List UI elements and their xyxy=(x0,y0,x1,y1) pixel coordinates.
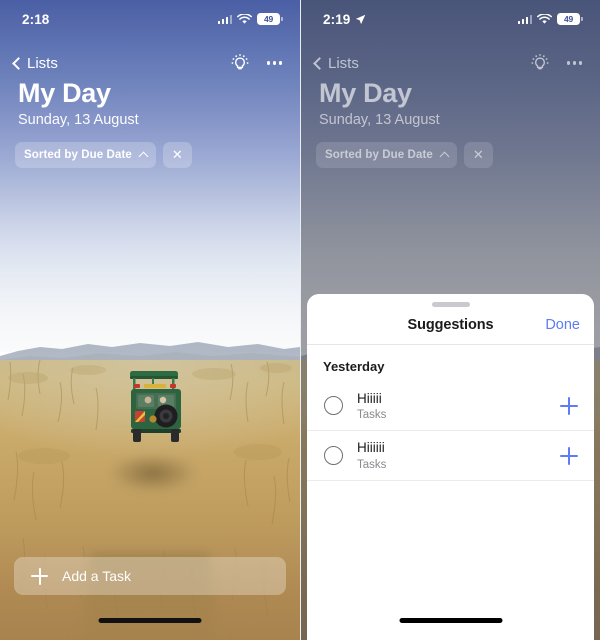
nav-bar: Lists xyxy=(0,48,300,78)
nav-bar: Lists xyxy=(301,48,600,78)
page-title: My Day xyxy=(18,78,111,108)
sort-chip-row: Sorted by Due Date ✕ xyxy=(15,142,192,168)
right-phone-screen: 2:19 49 Lists My Day Sunday, 13 August S… xyxy=(300,0,600,640)
battery-icon: 49 xyxy=(557,13,583,25)
more-options-icon[interactable] xyxy=(266,61,282,65)
list-item[interactable]: Hiiiiii Tasks xyxy=(307,431,594,482)
sort-chip[interactable]: Sorted by Due Date xyxy=(15,142,156,168)
clear-sort-button[interactable]: ✕ xyxy=(162,142,192,168)
page-subtitle: Sunday, 13 August xyxy=(319,112,440,129)
status-time-group: 2:18 xyxy=(22,12,49,27)
add-task-label: Add a Task xyxy=(62,568,132,584)
plus-icon xyxy=(31,567,48,585)
nav-actions xyxy=(229,52,282,74)
suggestion-text: Hiiiiii Tasks xyxy=(357,440,546,471)
chevron-up-icon xyxy=(439,151,450,161)
status-time-group: 2:19 xyxy=(323,12,366,27)
add-a-task-button[interactable]: Add a Task xyxy=(14,557,286,595)
cellular-bars-icon xyxy=(517,14,532,24)
sort-chip-label: Sorted by Due Date xyxy=(325,149,433,161)
more-options-icon[interactable] xyxy=(566,61,582,65)
close-icon: ✕ xyxy=(171,147,183,162)
battery-icon: 49 xyxy=(257,13,283,25)
done-button[interactable]: Done xyxy=(545,317,580,333)
screenshot-stage: 2:18 49 Lists My Day Sunday, 13 August S… xyxy=(0,0,600,640)
status-time: 2:18 xyxy=(22,11,50,27)
suggestion-title: Hiiiii xyxy=(357,390,382,406)
status-bar: 2:19 49 xyxy=(301,0,600,38)
suggestions-sheet: Suggestions Done Yesterday Hiiiii Tasks xyxy=(307,294,594,640)
page-title-block: My Day Sunday, 13 August xyxy=(319,78,440,128)
suggestion-subtitle: Tasks xyxy=(357,409,387,422)
cellular-bars-icon xyxy=(217,14,232,24)
status-time: 2:19 xyxy=(323,11,351,27)
close-icon: ✕ xyxy=(472,147,484,162)
back-label: Lists xyxy=(27,54,58,72)
group-heading: Yesterday xyxy=(323,358,385,374)
suggestions-group: Yesterday Hiiiii Tasks Hiiiiii Tasks xyxy=(307,345,594,482)
nav-actions xyxy=(529,52,582,74)
home-indicator[interactable] xyxy=(399,618,502,623)
page-subtitle: Sunday, 13 August xyxy=(18,112,139,129)
suggestion-title: Hiiiiii xyxy=(357,440,385,456)
back-to-lists-button[interactable]: Lists xyxy=(12,54,58,72)
suggestion-subtitle: Tasks xyxy=(357,459,387,472)
location-arrow-icon xyxy=(356,14,366,24)
status-bar: 2:18 49 xyxy=(0,0,300,38)
sort-chip[interactable]: Sorted by Due Date xyxy=(316,142,457,168)
back-label: Lists xyxy=(328,54,359,72)
plus-icon[interactable] xyxy=(560,396,578,415)
lightbulb-icon[interactable] xyxy=(529,52,551,74)
chevron-left-icon xyxy=(313,56,326,70)
home-indicator[interactable] xyxy=(98,618,202,623)
status-indicators: 49 xyxy=(217,13,283,25)
battery-level: 49 xyxy=(263,14,274,24)
lightbulb-icon[interactable] xyxy=(229,52,251,74)
unchecked-circle-icon[interactable] xyxy=(324,396,343,416)
battery-level: 49 xyxy=(563,14,574,24)
clear-sort-button[interactable]: ✕ xyxy=(463,142,493,168)
unchecked-circle-icon[interactable] xyxy=(324,446,343,466)
vehicle-shadow xyxy=(108,453,198,493)
page-title: My Day xyxy=(319,78,412,108)
sort-chip-label: Sorted by Due Date xyxy=(24,149,132,161)
status-indicators: 49 xyxy=(517,13,583,25)
sheet-title: Suggestions xyxy=(407,317,494,333)
page-title-block: My Day Sunday, 13 August xyxy=(18,78,139,128)
wifi-icon xyxy=(537,13,552,24)
suggestion-text: Hiiiii Tasks xyxy=(357,391,546,422)
chevron-left-icon xyxy=(12,56,25,70)
sheet-header: Suggestions Done xyxy=(307,307,594,345)
left-phone-screen: 2:18 49 Lists My Day Sunday, 13 August S… xyxy=(0,0,300,640)
list-item[interactable]: Hiiiii Tasks xyxy=(307,382,594,432)
back-to-lists-button[interactable]: Lists xyxy=(313,54,359,72)
wifi-icon xyxy=(237,13,252,24)
safari-jeep xyxy=(130,371,181,442)
plus-icon[interactable] xyxy=(560,446,578,465)
chevron-up-icon xyxy=(138,151,149,161)
sort-chip-row: Sorted by Due Date ✕ xyxy=(316,142,493,168)
